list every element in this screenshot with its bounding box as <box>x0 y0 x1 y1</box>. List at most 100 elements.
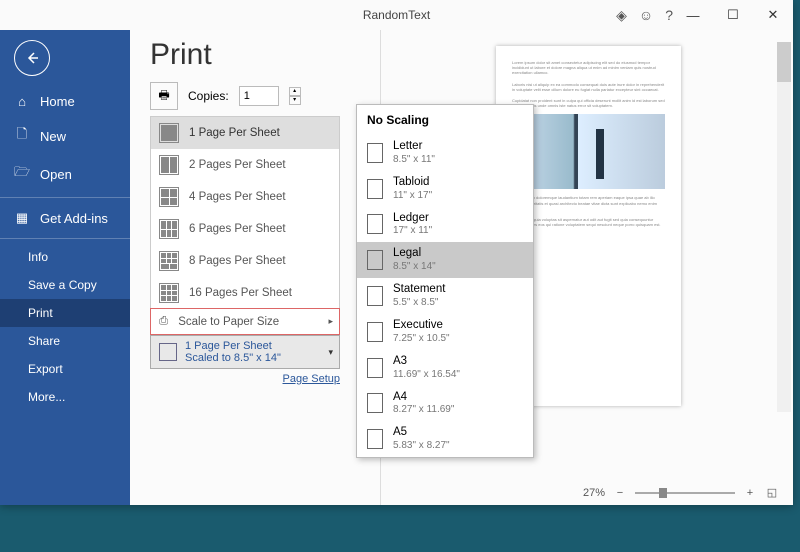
scale-icon: ⎙ <box>159 315 168 328</box>
copies-spinner[interactable]: ▴▾ <box>289 87 301 105</box>
paper-dim: 17" x 11" <box>393 225 432 237</box>
paper-name: A5 <box>393 426 450 440</box>
paper-option-letter[interactable]: Letter8.5" x 11" <box>357 135 533 171</box>
paper-dim: 8.5" x 14" <box>393 261 436 273</box>
back-button[interactable] <box>14 40 50 76</box>
paper-name: Letter <box>393 140 435 154</box>
pages-per-sheet-dropdown[interactable]: 1 Page Per Sheet Scaled to 8.5" x 14" ▾ <box>150 335 340 369</box>
addins-icon: ▦ <box>14 210 30 226</box>
pps-6-label: 6 Pages Per Sheet <box>189 223 286 235</box>
pps-16-label: 16 Pages Per Sheet <box>189 287 292 299</box>
pps-option-16[interactable]: 16 Pages Per Sheet <box>151 277 339 309</box>
pps-option-8[interactable]: 8 Pages Per Sheet <box>151 245 339 277</box>
page-title: Print <box>150 38 380 72</box>
paper-icon <box>367 286 383 306</box>
back-arrow-icon <box>24 50 40 66</box>
nav-export[interactable]: Export <box>0 355 130 383</box>
nav-home[interactable]: ⌂Home <box>0 86 130 117</box>
pps-option-1[interactable]: 1 Page Per Sheet <box>151 117 339 149</box>
zoom-fit-button[interactable]: ◱ <box>765 486 779 499</box>
zoom-out-button[interactable]: − <box>613 487 627 499</box>
pages-per-sheet-menu: 1 Page Per Sheet 2 Pages Per Sheet 4 Pag… <box>150 116 340 335</box>
nav-share[interactable]: Share <box>0 327 130 355</box>
pps-4-icon <box>159 187 179 207</box>
paper-option-a5[interactable]: A55.83" x 8.27" <box>357 421 533 457</box>
minimize-button[interactable]: — <box>673 0 713 30</box>
zoom-slider-knob[interactable] <box>659 488 667 498</box>
nav-info[interactable]: Info <box>0 243 130 271</box>
paper-dim: 8.27" x 11.69" <box>393 404 454 416</box>
printer-icon: 🖶 <box>158 86 169 107</box>
pps-8-label: 8 Pages Per Sheet <box>189 255 286 267</box>
paper-option-executive[interactable]: Executive7.25" x 10.5" <box>357 314 533 350</box>
paper-no-scaling[interactable]: No Scaling <box>357 105 533 135</box>
paper-option-tabloid[interactable]: Tabloid11" x 17" <box>357 171 533 207</box>
feedback-icon[interactable]: ☺ <box>639 7 653 24</box>
nav-separator <box>0 238 130 239</box>
paper-name: Tabloid <box>393 176 432 190</box>
paper-dim: 5.83" x 8.27" <box>393 440 450 452</box>
paper-name: Legal <box>393 247 436 261</box>
paper-dim: 8.5" x 11" <box>393 154 435 166</box>
paper-icon <box>367 322 383 342</box>
close-button[interactable]: ✕ <box>753 0 793 30</box>
paper-size-submenu: No Scaling Letter8.5" x 11"Tabloid11" x … <box>356 104 534 458</box>
pps-scale-label: Scale to Paper Size <box>178 316 279 328</box>
pps-scale-to-paper[interactable]: ⎙ Scale to Paper Size <box>150 308 340 335</box>
paper-dim: 7.25" x 10.5" <box>393 333 450 345</box>
paper-name: A3 <box>393 355 460 369</box>
nav-open-label: Open <box>40 167 72 182</box>
nav-addins-label: Get Add-ins <box>40 211 108 226</box>
pps-2-label: 2 Pages Per Sheet <box>189 159 286 171</box>
preview-scrollbar[interactable] <box>777 42 791 412</box>
print-button[interactable]: 🖶 <box>150 82 178 110</box>
chevron-down-icon: ▾ <box>328 347 333 358</box>
help-icon[interactable]: ? <box>665 7 673 24</box>
backstage-sidebar: ⌂Home 🗋 New 🗁Open ▦ Get Add-ins Info Save … <box>0 30 130 505</box>
pps-option-2[interactable]: 2 Pages Per Sheet <box>151 149 339 181</box>
nav-print[interactable]: Print <box>0 299 130 327</box>
nav-separator <box>0 197 130 198</box>
titlebar: RandomText ◈ ☺ ? — ☐ ✕ <box>0 0 793 30</box>
paper-dim: 5.5" x 8.5" <box>393 297 445 309</box>
nav-addins[interactable]: ▦ Get Add-ins <box>0 202 130 234</box>
scrollbar-thumb[interactable] <box>777 42 791 82</box>
maximize-button[interactable]: ☐ <box>713 0 753 30</box>
paper-icon <box>367 250 383 270</box>
app-window: RandomText ◈ ☺ ? — ☐ ✕ ⌂Home 🗋 New 🗁Open … <box>0 0 793 505</box>
paper-name: Statement <box>393 283 445 297</box>
premium-icon[interactable]: ◈ <box>616 7 627 24</box>
copies-input[interactable] <box>239 86 279 106</box>
nav-new[interactable]: 🗋 New <box>0 117 130 155</box>
pps-option-4[interactable]: 4 Pages Per Sheet <box>151 181 339 213</box>
paper-option-ledger[interactable]: Ledger17" x 11" <box>357 207 533 243</box>
paper-icon <box>367 143 383 163</box>
zoom-in-button[interactable]: + <box>743 487 757 499</box>
paper-icon <box>367 429 383 449</box>
nav-save-copy[interactable]: Save a Copy <box>0 271 130 299</box>
paper-name: Executive <box>393 319 450 333</box>
home-icon: ⌂ <box>14 94 30 109</box>
page-setup-link[interactable]: Page Setup <box>150 373 340 385</box>
pps-16-icon <box>159 283 179 303</box>
new-icon: 🗋 <box>14 125 30 147</box>
pps-summary-icon <box>159 343 177 361</box>
paper-icon <box>367 358 383 378</box>
nav-open[interactable]: 🗁Open <box>0 155 130 193</box>
print-settings: Print 🖶 Copies: ▴▾ 1 Page Per Sheet 2 Pa… <box>130 30 380 505</box>
nav-more[interactable]: More... <box>0 383 130 411</box>
nav-new-label: New <box>40 129 66 144</box>
preview-image <box>512 114 665 189</box>
paper-icon <box>367 393 383 413</box>
paper-option-a4[interactable]: A48.27" x 11.69" <box>357 386 533 422</box>
paper-dim: 11.69" x 16.54" <box>393 369 460 381</box>
document-title: RandomText <box>363 8 430 22</box>
pps-6-icon <box>159 219 179 239</box>
zoom-slider[interactable] <box>635 492 735 494</box>
paper-option-legal[interactable]: Legal8.5" x 14" <box>357 242 533 278</box>
paper-option-a3[interactable]: A311.69" x 16.54" <box>357 350 533 386</box>
paper-option-statement[interactable]: Statement5.5" x 8.5" <box>357 278 533 314</box>
pps-option-6[interactable]: 6 Pages Per Sheet <box>151 213 339 245</box>
copies-label: Copies: <box>188 89 229 103</box>
zoom-value: 27% <box>583 487 605 499</box>
